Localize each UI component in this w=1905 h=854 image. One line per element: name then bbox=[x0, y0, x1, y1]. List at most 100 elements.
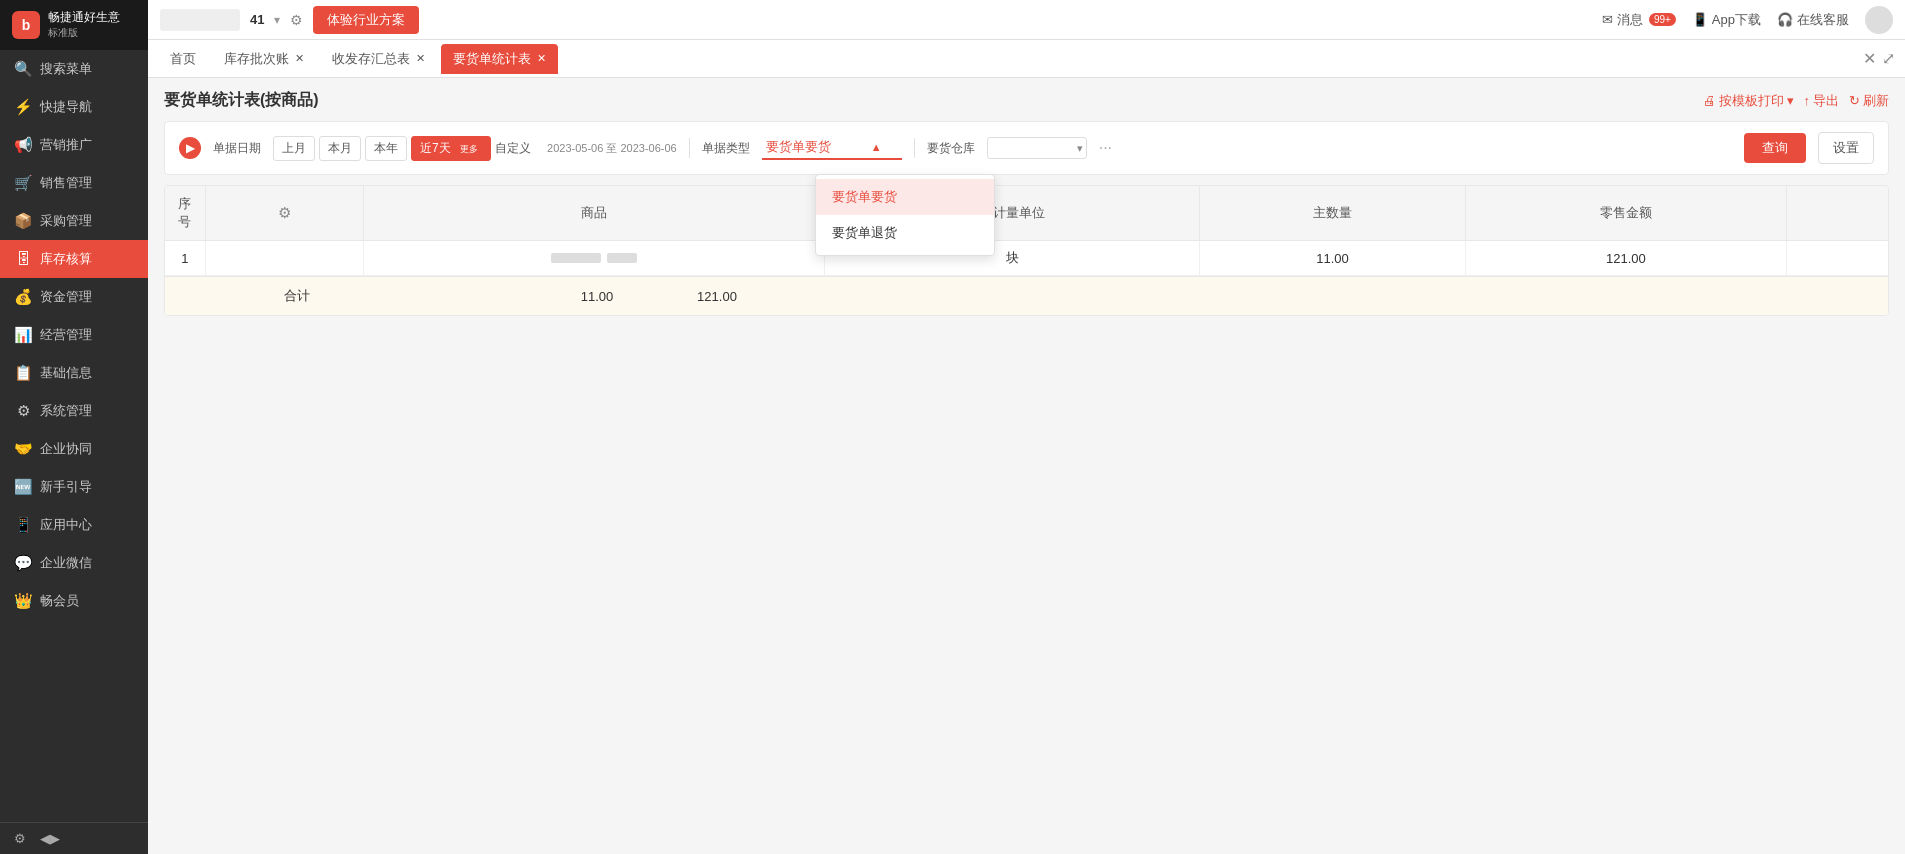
sidebar-item-quick-nav[interactable]: ⚡ 快捷导航 bbox=[0, 88, 148, 126]
warehouse-label: 要货仓库 bbox=[927, 140, 975, 157]
online-service-button[interactable]: 🎧 在线客服 bbox=[1777, 11, 1849, 29]
sidebar-item-guide[interactable]: 🆕 新手引导 bbox=[0, 468, 148, 506]
type-dropdown-menu: 要货单要货 要货单退货 bbox=[815, 174, 995, 256]
col-seq: 序号 bbox=[165, 186, 205, 241]
sidebar-item-wechat[interactable]: 💬 企业微信 bbox=[0, 544, 148, 582]
tab-receivables[interactable]: 收发存汇总表 ✕ bbox=[320, 44, 437, 74]
footer-amount: 121.00 bbox=[657, 289, 777, 304]
sidebar-item-marketing[interactable]: 📢 营销推广 bbox=[0, 126, 148, 164]
sidebar-label-app-center: 应用中心 bbox=[40, 516, 92, 534]
chart-icon: 📊 bbox=[14, 326, 32, 344]
sidebar-label-vip: 畅会员 bbox=[40, 592, 79, 610]
settings-gear-icon[interactable]: ⚙ bbox=[290, 12, 303, 28]
tab-order-stats[interactable]: 要货单统计表 ✕ bbox=[441, 44, 558, 74]
app-center-icon: 📱 bbox=[14, 516, 32, 534]
table-footer: 合计 11.00 121.00 bbox=[165, 276, 1888, 315]
date-upper-month-button[interactable]: 上月 bbox=[273, 136, 315, 161]
more-options-button[interactable]: ··· bbox=[1099, 139, 1112, 157]
sidebar-item-system[interactable]: ⚙ 系统管理 bbox=[0, 392, 148, 430]
sidebar-label-guide: 新手引导 bbox=[40, 478, 92, 496]
sidebar-item-app-center[interactable]: 📱 应用中心 bbox=[0, 506, 148, 544]
sidebar-item-sales[interactable]: 🛒 销售管理 bbox=[0, 164, 148, 202]
column-settings-icon[interactable]: ⚙ bbox=[218, 204, 351, 222]
table-header-row: 序号 ⚙ 商品 主计量单位 主数量 bbox=[165, 186, 1888, 241]
tab-close-inventory-batch[interactable]: ✕ bbox=[295, 52, 304, 65]
brand-name: 畅捷通好生意 bbox=[48, 10, 120, 26]
settings-button[interactable]: 设置 bbox=[1818, 132, 1874, 164]
avatar[interactable] bbox=[1865, 6, 1893, 34]
filter-divider bbox=[689, 138, 690, 158]
type-dropdown-trigger[interactable]: 要货单要货 ▲ bbox=[762, 136, 902, 160]
megaphone-icon: 📢 bbox=[14, 136, 32, 154]
cell-quantity: 11.00 bbox=[1199, 241, 1465, 276]
brand-sub: 标准版 bbox=[48, 26, 120, 40]
phone-icon: 📱 bbox=[1692, 12, 1708, 27]
dropdown-arrow-icon[interactable]: ▾ bbox=[274, 13, 280, 27]
tab-fullscreen-button[interactable]: ⤢ bbox=[1882, 49, 1895, 68]
type-dropdown-arrow: ▲ bbox=[871, 141, 882, 153]
dropdown-item-order-return[interactable]: 要货单退货 bbox=[816, 215, 994, 251]
tab-close-order-stats[interactable]: ✕ bbox=[537, 52, 546, 65]
col-gear[interactable]: ⚙ bbox=[205, 186, 363, 241]
col-extra bbox=[1786, 186, 1888, 241]
type-select-wrapper: 要货单要货 ▲ bbox=[762, 136, 902, 160]
content-area: 要货单统计表(按商品) 🖨 按模板打印 ▾ ↑ 导出 ↻ 刷新 ▶ bbox=[148, 78, 1905, 854]
footer-quantity: 11.00 bbox=[537, 289, 657, 304]
date-recent-button[interactable]: 近7天 更多 bbox=[411, 136, 491, 161]
sidebar-label-quick-nav: 快捷导航 bbox=[40, 98, 92, 116]
sidebar-item-operation[interactable]: 📊 经营管理 bbox=[0, 316, 148, 354]
sidebar-item-basic[interactable]: 📋 基础信息 bbox=[0, 354, 148, 392]
footer-label: 合计 bbox=[177, 287, 417, 305]
message-icon: ✉ bbox=[1602, 12, 1613, 27]
type-label: 单据类型 bbox=[702, 140, 750, 157]
sidebar-label-system: 系统管理 bbox=[40, 402, 92, 420]
sidebar-item-search[interactable]: 🔍 搜索菜单 bbox=[0, 50, 148, 88]
topbar: 41 ▾ ⚙ 体验行业方案 ✉ 消息 99+ 📱 App下载 🎧 在线客服 bbox=[148, 0, 1905, 40]
cell-product bbox=[363, 241, 825, 276]
inventory-icon: 🗄 bbox=[14, 250, 32, 267]
warehouse-select[interactable] bbox=[987, 137, 1087, 159]
filter-expand-button[interactable]: ▶ bbox=[179, 137, 201, 159]
dropdown-item-order-goods[interactable]: 要货单要货 bbox=[816, 179, 994, 215]
main-area: 41 ▾ ⚙ 体验行业方案 ✉ 消息 99+ 📱 App下载 🎧 在线客服 首页 bbox=[148, 0, 1905, 854]
date-range-display: 2023-05-06 至 2023-06-06 bbox=[547, 141, 677, 156]
tab-bar: 首页 库存批次账 ✕ 收发存汇总表 ✕ 要货单统计表 ✕ ✕ ⤢ bbox=[148, 40, 1905, 78]
date-custom-button[interactable]: 自定义 bbox=[495, 140, 531, 157]
tab-close-receivables[interactable]: ✕ bbox=[416, 52, 425, 65]
sidebar-bottom: ⚙ ◀▶ bbox=[0, 822, 148, 854]
print-arrow-icon: ▾ bbox=[1787, 93, 1794, 108]
trial-industry-button[interactable]: 体验行业方案 bbox=[313, 6, 419, 34]
app-download-button[interactable]: 📱 App下载 bbox=[1692, 11, 1761, 29]
sidebar-item-enterprise[interactable]: 🤝 企业协同 bbox=[0, 430, 148, 468]
export-button[interactable]: ↑ 导出 bbox=[1804, 92, 1840, 110]
collapse-btn[interactable]: ◀▶ bbox=[40, 831, 60, 846]
headset-icon: 🎧 bbox=[1777, 12, 1793, 27]
sidebar-item-vip[interactable]: 👑 畅会员 bbox=[0, 582, 148, 620]
settings-icon[interactable]: ⚙ bbox=[14, 831, 26, 846]
cart-icon: 🛒 bbox=[14, 174, 32, 192]
col-amount: 零售金额 bbox=[1466, 186, 1786, 241]
date-this-month-button[interactable]: 本月 bbox=[319, 136, 361, 161]
vip-icon: 👑 bbox=[14, 592, 32, 610]
sidebar-nav: 🔍 搜索菜单 ⚡ 快捷导航 📢 营销推广 🛒 销售管理 📦 采购管理 🗄 库存核… bbox=[0, 50, 148, 822]
sidebar-item-finance[interactable]: 💰 资金管理 bbox=[0, 278, 148, 316]
topbar-right: ✉ 消息 99+ 📱 App下载 🎧 在线客服 bbox=[1602, 6, 1893, 34]
online-service-label: 在线客服 bbox=[1797, 11, 1849, 29]
page-actions: 🖨 按模板打印 ▾ ↑ 导出 ↻ 刷新 bbox=[1703, 92, 1890, 110]
tab-inventory-batch[interactable]: 库存批次账 ✕ bbox=[212, 44, 316, 74]
product-bar1 bbox=[551, 253, 601, 263]
cell-extra bbox=[1786, 241, 1888, 276]
tab-close-all-button[interactable]: ✕ bbox=[1863, 49, 1876, 68]
messages-button[interactable]: ✉ 消息 99+ bbox=[1602, 11, 1676, 29]
query-button[interactable]: 查询 bbox=[1744, 133, 1806, 163]
table-row: 1 块 11.00 bbox=[165, 241, 1888, 276]
tab-home[interactable]: 首页 bbox=[158, 44, 208, 74]
print-template-button[interactable]: 🖨 按模板打印 ▾ bbox=[1703, 92, 1794, 110]
col-product: 商品 bbox=[363, 186, 825, 241]
sidebar-item-purchase[interactable]: 📦 采购管理 bbox=[0, 202, 148, 240]
sidebar-item-inventory[interactable]: 🗄 库存核算 bbox=[0, 240, 148, 278]
tab-home-label: 首页 bbox=[170, 50, 196, 68]
refresh-button[interactable]: ↻ 刷新 bbox=[1849, 92, 1889, 110]
search-input[interactable] bbox=[160, 9, 240, 31]
date-this-year-button[interactable]: 本年 bbox=[365, 136, 407, 161]
